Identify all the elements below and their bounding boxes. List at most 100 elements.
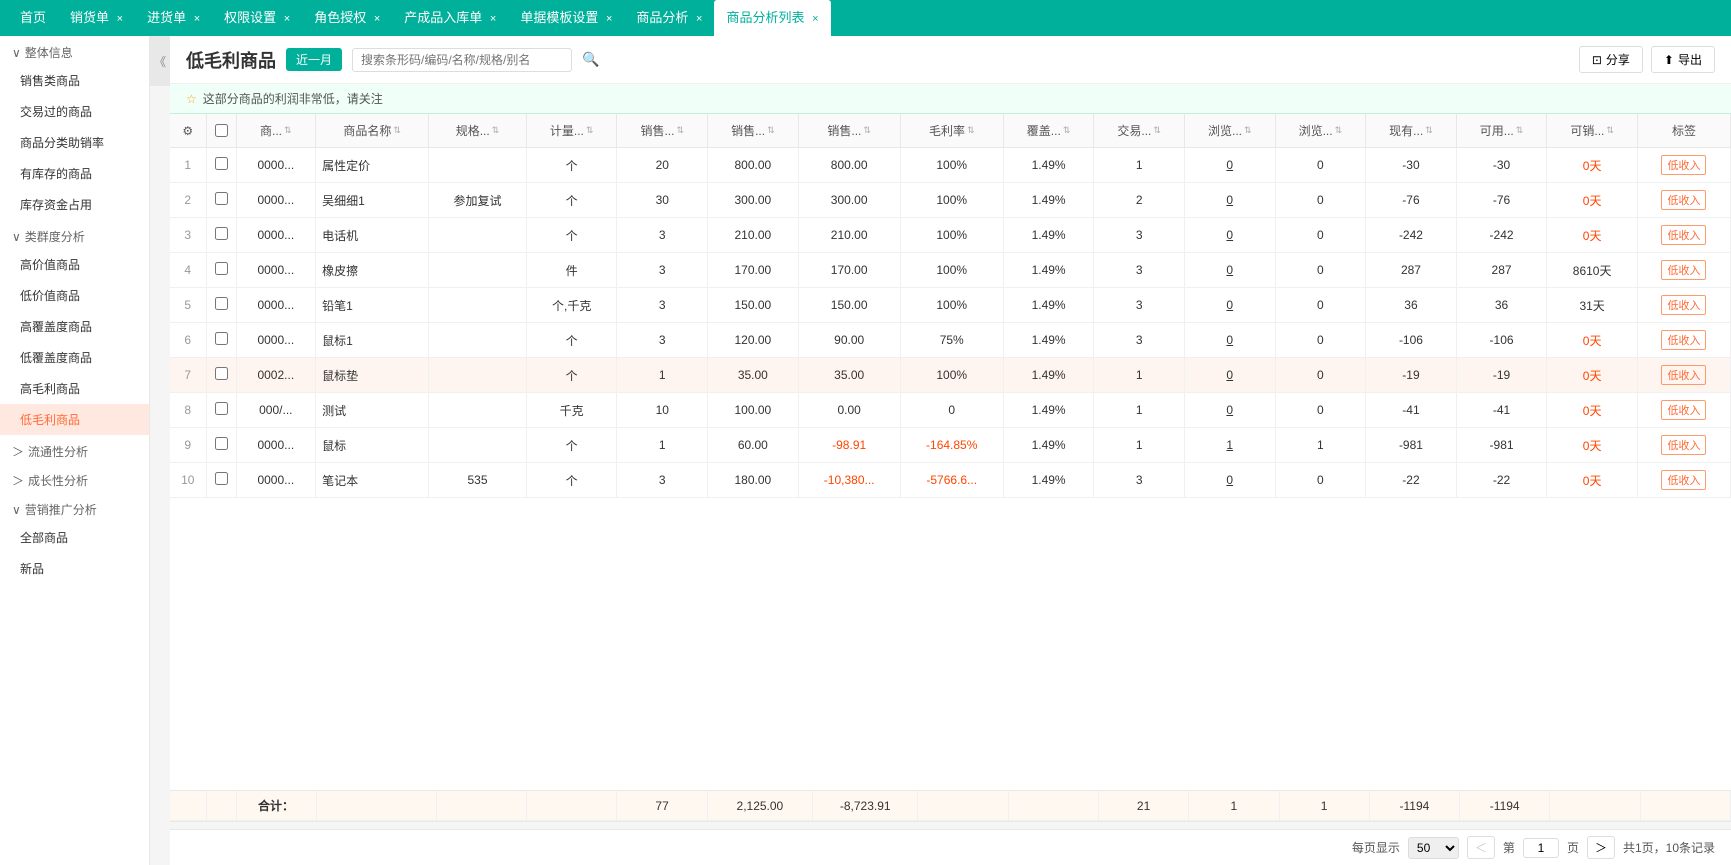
nav-goods-analysis-list[interactable]: 商品分析列表 × [714,0,830,36]
nav-permission[interactable]: 权限设置 × [212,0,302,36]
cell-browse1[interactable]: 1 [1184,428,1275,463]
col-unit[interactable]: 计量...⇅ [526,114,617,148]
col-saleable[interactable]: 可销...⇅ [1547,114,1638,148]
sidebar-item-sales-goods[interactable]: 销售类商品 [0,65,149,96]
nav-product-entry[interactable]: 产成品入库单 × [392,0,508,36]
close-icon[interactable]: × [490,13,496,25]
cell-checkbox[interactable] [206,288,236,323]
nav-role[interactable]: 角色授权 × [302,0,392,36]
col-current-stock[interactable]: 现有...⇅ [1366,114,1457,148]
browse1-link[interactable]: 0 [1226,193,1233,207]
cell-checkbox[interactable] [206,323,236,358]
col-code[interactable]: 商...⇅ [236,114,316,148]
nav-home[interactable]: 首页 [8,0,58,36]
row-checkbox[interactable] [215,332,228,345]
browse1-link[interactable]: 0 [1226,298,1233,312]
cell-checkbox[interactable] [206,253,236,288]
nav-template[interactable]: 单据模板设置 × [508,0,624,36]
browse1-link[interactable]: 0 [1226,228,1233,242]
per-page-select[interactable]: 50 20 100 [1408,837,1459,859]
col-checkbox[interactable] [206,114,236,148]
nav-goods-analysis[interactable]: 商品分析 × [624,0,714,36]
select-all-checkbox[interactable] [215,124,228,137]
row-checkbox[interactable] [215,157,228,170]
cell-browse1[interactable]: 0 [1184,393,1275,428]
row-checkbox[interactable] [215,402,228,415]
close-icon[interactable]: × [117,13,123,25]
close-icon[interactable]: × [194,13,200,25]
prev-page-button[interactable]: ＜ [1467,836,1495,859]
cell-checkbox[interactable] [206,393,236,428]
sidebar-collapse-button[interactable]: 《 [150,36,170,86]
col-tag[interactable]: 标签 [1637,114,1730,148]
cell-checkbox[interactable] [206,358,236,393]
browse1-link[interactable]: 0 [1226,158,1233,172]
sidebar-section-overall[interactable]: ∨ 整体信息 [0,36,149,65]
col-sales-price[interactable]: 销售...⇅ [708,114,799,148]
browse1-link[interactable]: 0 [1226,368,1233,382]
col-settings[interactable]: ⚙ [170,114,206,148]
col-coverage[interactable]: 覆盖...⇅ [1003,114,1094,148]
sidebar-item-traded-goods[interactable]: 交易过的商品 [0,96,149,127]
time-filter-button[interactable]: 近一月 [286,48,342,71]
close-icon[interactable]: × [606,13,612,25]
browse1-link[interactable]: 1 [1226,438,1233,452]
row-checkbox[interactable] [215,262,228,275]
cell-checkbox[interactable] [206,218,236,253]
browse1-link[interactable]: 0 [1226,263,1233,277]
sidebar-item-new-goods[interactable]: 新品 [0,553,149,584]
col-spec[interactable]: 规格...⇅ [429,114,527,148]
row-checkbox[interactable] [215,192,228,205]
export-button[interactable]: ⬆ 导出 [1651,46,1715,73]
cell-checkbox[interactable] [206,463,236,498]
cell-checkbox[interactable] [206,148,236,183]
share-button[interactable]: ⊡ 分享 [1579,46,1643,73]
next-page-button[interactable]: ＞ [1587,836,1615,859]
sidebar-item-all-goods[interactable]: 全部商品 [0,522,149,553]
horizontal-scrollbar[interactable] [170,821,1731,829]
cell-checkbox[interactable] [206,183,236,218]
col-sales-profit[interactable]: 销售...⇅ [798,114,900,148]
sidebar-section-growth[interactable]: ＞ 成长性分析 [0,464,149,493]
cell-browse1[interactable]: 0 [1184,463,1275,498]
sidebar-item-high-coverage[interactable]: 高覆盖度商品 [0,311,149,342]
col-browse2[interactable]: 浏览...⇅ [1275,114,1366,148]
cell-browse1[interactable]: 0 [1184,148,1275,183]
sidebar-section-liquidity[interactable]: ＞ 流通性分析 [0,435,149,464]
nav-purchase[interactable]: 进货单 × [135,0,212,36]
browse1-link[interactable]: 0 [1226,403,1233,417]
sidebar-item-stock-capital[interactable]: 库存资金占用 [0,189,149,220]
col-gross-rate[interactable]: 毛利率⇅ [900,114,1003,148]
browse1-link[interactable]: 0 [1226,473,1233,487]
sidebar-item-stock-goods[interactable]: 有库存的商品 [0,158,149,189]
sidebar-item-low-coverage[interactable]: 低覆盖度商品 [0,342,149,373]
close-icon[interactable]: × [812,13,818,25]
cell-browse1[interactable]: 0 [1184,183,1275,218]
sidebar-item-high-profit[interactable]: 高毛利商品 [0,373,149,404]
page-number-input[interactable] [1523,838,1559,858]
col-sales-qty[interactable]: 销售...⇅ [617,114,708,148]
sidebar-section-marketing[interactable]: ∨ 营销推广分析 [0,493,149,522]
row-checkbox[interactable] [215,227,228,240]
cell-browse1[interactable]: 0 [1184,288,1275,323]
search-button[interactable]: 🔍 [582,51,599,68]
row-checkbox[interactable] [215,297,228,310]
col-name[interactable]: 商品名称⇅ [316,114,429,148]
cell-browse1[interactable]: 0 [1184,253,1275,288]
close-icon[interactable]: × [696,13,702,25]
col-transaction[interactable]: 交易...⇅ [1094,114,1185,148]
row-checkbox[interactable] [215,437,228,450]
sidebar-item-low-value[interactable]: 低价值商品 [0,280,149,311]
sidebar-item-category-rate[interactable]: 商品分类助销率 [0,127,149,158]
row-checkbox[interactable] [215,367,228,380]
search-input[interactable] [352,48,572,72]
cell-browse1[interactable]: 0 [1184,323,1275,358]
col-browse1[interactable]: 浏览...⇅ [1184,114,1275,148]
sidebar-item-high-value[interactable]: 高价值商品 [0,249,149,280]
cell-browse1[interactable]: 0 [1184,218,1275,253]
nav-sales[interactable]: 销货单 × [58,0,135,36]
browse1-link[interactable]: 0 [1226,333,1233,347]
row-checkbox[interactable] [215,472,228,485]
close-icon[interactable]: × [284,13,290,25]
sidebar-section-cluster[interactable]: ∨ 类群度分析 [0,220,149,249]
